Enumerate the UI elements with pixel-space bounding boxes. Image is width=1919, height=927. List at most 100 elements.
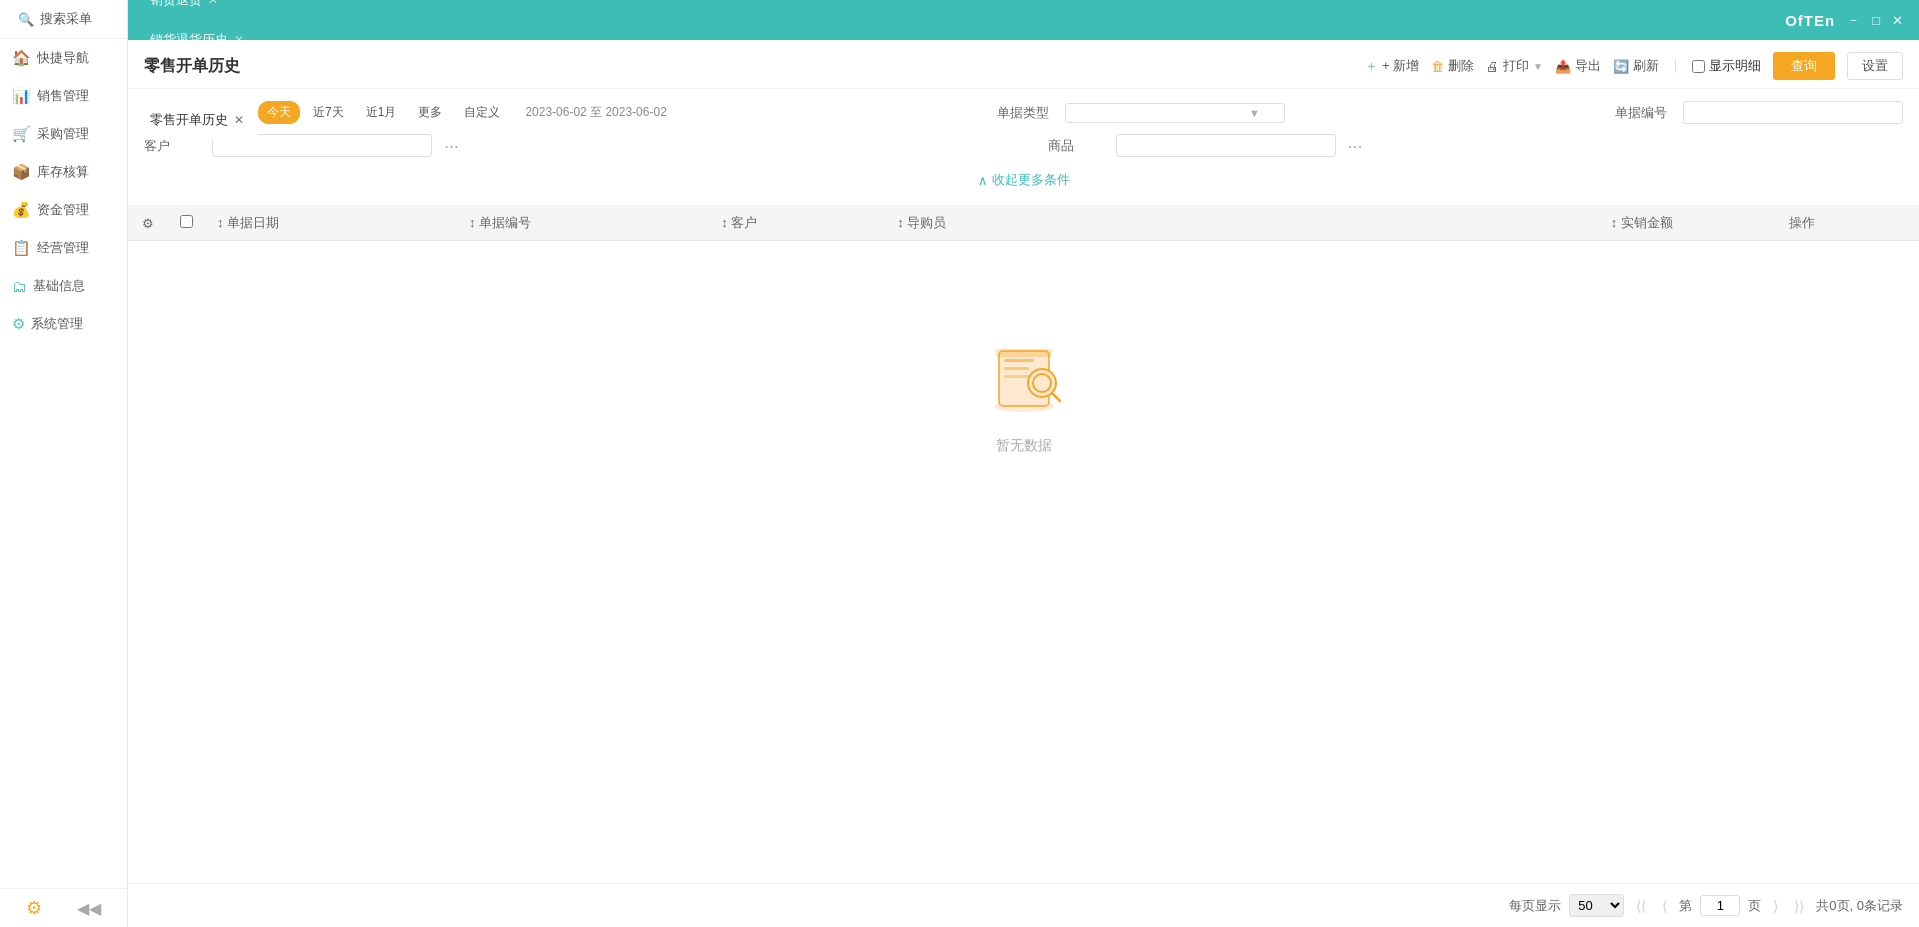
date-btn-today[interactable]: 今天 [258,101,300,124]
tab-close-retail-open-history[interactable]: ✕ [234,113,244,127]
export-icon: 📤 [1555,59,1571,74]
customer-picker-icon[interactable]: ··· [444,137,459,155]
current-page-input[interactable] [1700,895,1740,916]
per-page-label: 每页显示 [1509,897,1561,915]
th-action: 操作 [1685,206,1919,241]
close-btn[interactable]: ✕ [1892,13,1903,28]
tab-label-retail-open: 零售开单 [150,71,202,89]
tab-label-sales-return: 销货退货 [150,0,202,9]
th-no-label: ↕ 单据编号 [469,215,531,230]
sidebar-item-purchase-mgmt[interactable]: 🛒采购管理 [0,115,127,153]
toolbar-divider [1675,59,1676,73]
display-detail-label: 显示明细 [1709,57,1761,75]
print-button[interactable]: 🖨 打印 ▼ [1486,57,1543,75]
sidebar-bottom: ⚙ ◀◀ [0,888,127,927]
refresh-icon: 🔄 [1613,59,1629,74]
nav-icon-quick-nav: 🏠 [12,49,31,67]
select-all-checkbox[interactable] [180,215,193,228]
print-label: 打印 [1503,57,1529,75]
display-detail-checkbox[interactable] [1692,60,1705,73]
sidebar-item-quick-nav[interactable]: 🏠快捷导航 [0,39,127,77]
bill-type-dropdown-icon: ▼ [1249,107,1260,119]
th-amount[interactable]: ↕ 实销金额 [1099,206,1684,241]
display-detail-toggle[interactable]: 显示明细 [1692,57,1761,75]
empty-text: 暂无数据 [996,437,1052,455]
th-no[interactable]: ↕ 单据编号 [457,206,709,241]
print-icon: 🖨 [1486,59,1499,74]
minimize-btn[interactable]: － [1847,11,1860,29]
sidebar-search-btn[interactable]: 🔍 搜索采单 [0,0,127,39]
pagination: 每页显示 50 10 20 100 ⟨⟨ ⟨ 第 页 ⟩ ⟩⟩ 共0页, 0条记… [128,883,1919,927]
date-btn-more[interactable]: 更多 [409,101,451,124]
delete-icon: 🗑 [1431,59,1444,74]
next-page-btn[interactable]: ⟩ [1769,896,1782,916]
th-customer[interactable]: ↕ 客户 [709,206,885,241]
sidebar-item-sys-mgmt[interactable]: ⚙系统管理 [0,305,127,343]
page-unit: 页 [1748,897,1761,915]
th-settings[interactable]: ⚙ [128,206,168,241]
settings-bottom-icon[interactable]: ⚙ [26,897,42,919]
add-icon: ＋ [1365,57,1378,75]
nav-label-sys-mgmt: 系统管理 [31,315,83,333]
sidebar-item-finance[interactable]: 💰资金管理 [0,191,127,229]
tab-retail-open-history[interactable]: 零售开单历史✕ [136,100,258,140]
table-area: ⚙ ↕ 单据日期 ↕ 单据编号 ↕ 客户 ↕ 导购员 [128,206,1919,883]
date-range-text: 2023-06-02 至 2023-06-02 [525,104,666,121]
setting-button[interactable]: 设置 [1847,52,1903,80]
refresh-label: 刷新 [1633,57,1659,75]
goods-picker-icon[interactable]: ··· [1348,137,1363,155]
first-page-btn[interactable]: ⟨⟨ [1632,896,1650,916]
goods-label: 商品 [1048,137,1108,155]
tab-close-sales-return[interactable]: ✕ [208,0,218,7]
export-button[interactable]: 📤 导出 [1555,57,1601,75]
tab-sales-return[interactable]: 销货退货 ✕ [136,0,258,20]
nav-label-basic-info: 基础信息 [33,277,85,295]
sidebar-item-basic-info[interactable]: 🗂 基础信息 [0,267,127,305]
sidebar-item-sales-mgmt[interactable]: 📊销售管理 [0,77,127,115]
tab-close-sales-return-history[interactable]: ✕ [234,33,244,47]
tab-close-retail-open[interactable]: ✕ [208,73,218,87]
delete-button[interactable]: 🗑 删除 [1431,57,1474,75]
nav-icon-basic-info: 🗂 [12,278,27,295]
th-date-label: ↕ 单据日期 [217,215,279,230]
filter-row-1: 单据日期 昨天今天近7天近1月更多自定义 2023-06-02 至 2023-0… [144,101,1903,124]
th-date[interactable]: ↕ 单据日期 [205,206,457,241]
filter-row-2: 客户 ··· 商品 ··· [144,134,1903,157]
nav-label-sales-mgmt: 销售管理 [37,87,89,105]
page-size-select[interactable]: 50 10 20 100 [1569,894,1624,917]
total-info: 共0页, 0条记录 [1816,897,1903,915]
th-action-label: 操作 [1789,215,1815,230]
th-guide[interactable]: ↕ 导购员 [885,206,1099,241]
date-btn-custom[interactable]: 自定义 [455,101,509,124]
empty-state: 暂无数据 [128,241,1919,535]
toolbar: ＋ + 新增 🗑 删除 🖨 打印 ▼ 📤 导出 🔄 [1365,52,1903,80]
query-button[interactable]: 查询 [1773,52,1835,80]
collapse-filter-btn[interactable]: ∧ 收起更多条件 [144,167,1903,193]
nav-icon-purchase-mgmt: 🛒 [12,125,31,143]
date-btn-last_month[interactable]: 近1月 [357,101,406,124]
prev-page-btn[interactable]: ⟨ [1658,896,1671,916]
add-button[interactable]: ＋ + 新增 [1365,57,1419,75]
svg-rect-8 [996,349,1052,357]
tab-retail-open[interactable]: 零售开单 ✕ [136,60,258,100]
goods-input[interactable] [1116,134,1336,157]
date-btn-last7[interactable]: 近7天 [304,101,353,124]
content-area: 零售开单历史 ＋ + 新增 🗑 删除 🖨 打印 ▼ 📤 导出 [128,40,1919,927]
tab-sales-return-history[interactable]: 销货退货历史✕ [136,20,258,60]
last-page-btn[interactable]: ⟩⟩ [1790,896,1808,916]
bill-type-select[interactable]: ▼ [1065,103,1285,123]
collapse-sidebar-icon[interactable]: ◀◀ [77,899,101,918]
svg-line-7 [1052,393,1060,401]
sidebar-item-operations[interactable]: 📋经营管理 [0,229,127,267]
svg-rect-3 [1004,367,1029,370]
brand-name: OfTEn [1785,12,1835,29]
filter-area: 单据日期 昨天今天近7天近1月更多自定义 2023-06-02 至 2023-0… [128,89,1919,206]
sidebar-item-inventory[interactable]: 📦库存核算 [0,153,127,191]
bill-no-label: 单据编号 [1615,104,1675,122]
add-label: + 新增 [1382,57,1419,75]
brand-area: OfTEn － □ ✕ [1785,0,1919,40]
refresh-button[interactable]: 🔄 刷新 [1613,57,1659,75]
maximize-btn[interactable]: □ [1872,13,1880,28]
bill-no-input[interactable] [1683,101,1903,124]
data-table: ⚙ ↕ 单据日期 ↕ 单据编号 ↕ 客户 ↕ 导购员 [128,206,1919,241]
